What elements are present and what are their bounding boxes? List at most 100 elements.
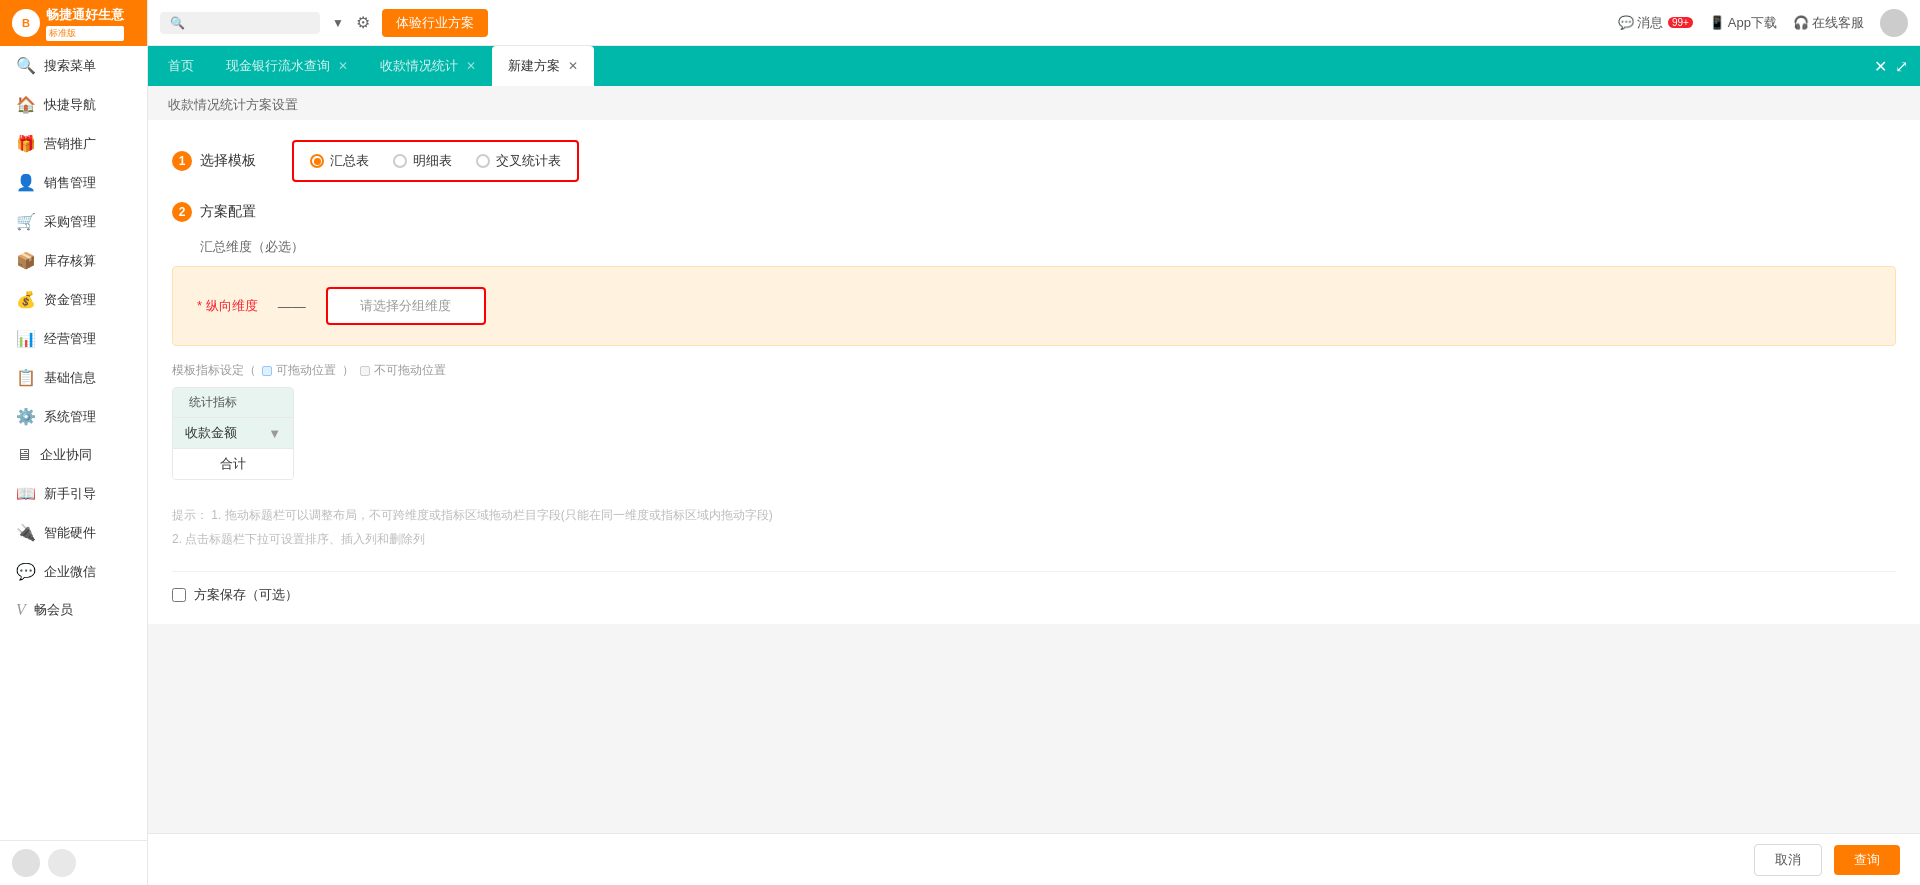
dropdown-icon: ▼ xyxy=(268,426,281,441)
sidebar-item-label: 营销推广 xyxy=(44,135,96,153)
sidebar-item-wechat[interactable]: 💬 企业微信 xyxy=(0,552,147,591)
section2-header: 2 方案配置 xyxy=(172,202,1896,222)
search-bar[interactable]: 🔍 xyxy=(160,12,320,34)
legend-movable: 可拖动位置 xyxy=(262,362,336,379)
close-window-icon[interactable]: ✕ xyxy=(1874,57,1887,76)
user-icon: 👤 xyxy=(16,173,36,192)
industry-solution-button[interactable]: 体验行业方案 xyxy=(382,9,488,37)
sidebar-item-label: 智能硬件 xyxy=(44,524,96,542)
sidebar-item-hardware[interactable]: 🔌 智能硬件 xyxy=(0,513,147,552)
home-icon: 🏠 xyxy=(16,95,36,114)
stats-col-row[interactable]: 收款金额 ▼ xyxy=(173,418,293,449)
radio-summary-table[interactable]: 汇总表 xyxy=(310,152,369,170)
sidebar-item-marketing[interactable]: 🎁 营销推广 xyxy=(0,124,147,163)
dropdown-arrow-icon[interactable]: ▼ xyxy=(332,16,344,30)
user-avatar[interactable] xyxy=(1880,9,1908,37)
sidebar-item-sales[interactable]: 👤 销售管理 xyxy=(0,163,147,202)
tab-close-icon[interactable]: ✕ xyxy=(466,59,476,73)
page-body: 1 选择模板 汇总表 明细表 交叉统计表 xyxy=(148,120,1920,624)
clipboard-icon: 📋 xyxy=(16,368,36,387)
app-name: 畅捷通好生意 xyxy=(46,6,124,24)
tab-new-plan[interactable]: 新建方案 ✕ xyxy=(492,46,594,86)
stats-col-label: 收款金额 xyxy=(185,424,237,442)
sidebar-item-operations[interactable]: 📊 经营管理 xyxy=(0,319,147,358)
sidebar-item-basic-info[interactable]: 📋 基础信息 xyxy=(0,358,147,397)
sidebar-item-system[interactable]: ⚙️ 系统管理 xyxy=(0,397,147,436)
tab-bank-flow[interactable]: 现金银行流水查询 ✕ xyxy=(210,46,364,86)
maximize-icon[interactable]: ⤢ xyxy=(1895,57,1908,76)
movable-dot-icon xyxy=(262,366,272,376)
radio-unchecked-icon xyxy=(393,154,407,168)
stats-table: 统计指标 收款金额 ▼ 合计 xyxy=(172,387,294,480)
sidebar-item-label: 企业微信 xyxy=(44,563,96,581)
tip-line-2: 2. 点击标题栏下拉可设置排序、插入列和删除列 xyxy=(172,527,1896,551)
indicator-header: 模板指标设定（ 可拖动位置 ） 不可拖动位置 xyxy=(172,362,1896,379)
vertical-dim-label: * 纵向维度 xyxy=(197,297,258,315)
sidebar-item-label: 基础信息 xyxy=(44,369,96,387)
sidebar-item-label: 快捷导航 xyxy=(44,96,96,114)
sidebar-item-guide[interactable]: 📖 新手引导 xyxy=(0,474,147,513)
sidebar-item-inventory[interactable]: 📦 库存核算 xyxy=(0,241,147,280)
tab-close-icon[interactable]: ✕ xyxy=(568,59,578,73)
tips-section: 提示： 1. 拖动标题栏可以调整布局，不可跨维度或指标区域拖动栏目字段(只能在同… xyxy=(172,503,1896,551)
sidebar-item-finance[interactable]: 💰 资金管理 xyxy=(0,280,147,319)
service-icon: 🎧 xyxy=(1793,15,1809,30)
sidebar-item-nav[interactable]: 🏠 快捷导航 xyxy=(0,85,147,124)
dim-placeholder: 请选择分组维度 xyxy=(360,298,451,313)
message-area[interactable]: 💬 消息 99+ xyxy=(1618,14,1693,32)
sidebar-item-label: 新手引导 xyxy=(44,485,96,503)
cancel-button[interactable]: 取消 xyxy=(1754,844,1822,876)
sidebar-item-label: 资金管理 xyxy=(44,291,96,309)
section1-header: 1 选择模板 汇总表 明细表 交叉统计表 xyxy=(172,140,1896,182)
avatar2 xyxy=(48,849,76,877)
topbar: 🔍 ▼ ⚙ 体验行业方案 💬 消息 99+ 📱 App下载 🎧 在线客服 xyxy=(148,0,1920,46)
main-content: 🔍 ▼ ⚙ 体验行业方案 💬 消息 99+ 📱 App下载 🎧 在线客服 xyxy=(148,0,1920,885)
sidebar-item-purchase[interactable]: 🛒 采购管理 xyxy=(0,202,147,241)
money-icon: 💰 xyxy=(16,290,36,309)
section2: 2 方案配置 汇总维度（必选） * 纵向维度 —— 请选择分组维度 模板指标设定… xyxy=(172,202,1896,551)
sidebar-item-label: 畅会员 xyxy=(34,601,73,619)
fixed-dot-icon xyxy=(360,366,370,376)
sidebar-logo: B 畅捷通好生意 标准版 xyxy=(0,0,147,46)
online-service-link[interactable]: 🎧 在线客服 xyxy=(1793,14,1864,32)
chart-icon: 📊 xyxy=(16,329,36,348)
stats-total-row: 合计 xyxy=(173,449,293,479)
wechat-icon: 💬 xyxy=(16,562,36,581)
section1-num: 1 xyxy=(172,151,192,171)
sidebar-item-label: 搜索菜单 xyxy=(44,57,96,75)
sidebar-item-collab[interactable]: 🖥 企业协同 xyxy=(0,436,147,474)
hardware-icon: 🔌 xyxy=(16,523,36,542)
sidebar-item-member[interactable]: V 畅会员 xyxy=(0,591,147,629)
tab-home[interactable]: 首页 xyxy=(152,46,210,86)
message-label: 消息 xyxy=(1637,14,1663,32)
query-button[interactable]: 查询 xyxy=(1834,845,1900,875)
tabs-bar: 首页 现金银行流水查询 ✕ 收款情况统计 ✕ 新建方案 ✕ ✕ ⤢ xyxy=(148,46,1920,86)
legend-fixed: 不可拖动位置 xyxy=(360,362,446,379)
section2-title: 方案配置 xyxy=(200,203,256,221)
sidebar: B 畅捷通好生意 标准版 🔍 搜索菜单 🏠 快捷导航 🎁 营销推广 👤 销售管理… xyxy=(0,0,148,885)
tab-label: 现金银行流水查询 xyxy=(226,57,330,75)
sidebar-item-label: 销售管理 xyxy=(44,174,96,192)
app-badge: 标准版 xyxy=(46,26,124,41)
app-download-link[interactable]: 📱 App下载 xyxy=(1709,14,1777,32)
sidebar-item-search[interactable]: 🔍 搜索菜单 xyxy=(0,46,147,85)
save-checkbox[interactable] xyxy=(172,588,186,602)
cart-icon: 🛒 xyxy=(16,212,36,231)
gear-icon: ⚙️ xyxy=(16,407,36,426)
avatar xyxy=(12,849,40,877)
sidebar-item-label: 采购管理 xyxy=(44,213,96,231)
search-icon: 🔍 xyxy=(170,16,185,30)
settings-icon[interactable]: ⚙ xyxy=(356,13,370,32)
radio-detail-table[interactable]: 明细表 xyxy=(393,152,452,170)
radio-label: 明细表 xyxy=(413,152,452,170)
indicator-section: 模板指标设定（ 可拖动位置 ） 不可拖动位置 统计指标 xyxy=(172,362,1896,551)
bottom-bar: 取消 查询 xyxy=(148,833,1920,885)
dim-select[interactable]: 请选择分组维度 xyxy=(326,287,486,325)
tab-receipt-stats[interactable]: 收款情况统计 ✕ xyxy=(364,46,492,86)
tab-close-icon[interactable]: ✕ xyxy=(338,59,348,73)
summary-dim-label: 汇总维度（必选） xyxy=(200,238,1896,256)
sidebar-item-label: 企业协同 xyxy=(40,446,92,464)
topbar-right: 💬 消息 99+ 📱 App下载 🎧 在线客服 xyxy=(1618,9,1908,37)
radio-cross-table[interactable]: 交叉统计表 xyxy=(476,152,561,170)
tabs-actions: ✕ ⤢ xyxy=(1874,57,1916,76)
